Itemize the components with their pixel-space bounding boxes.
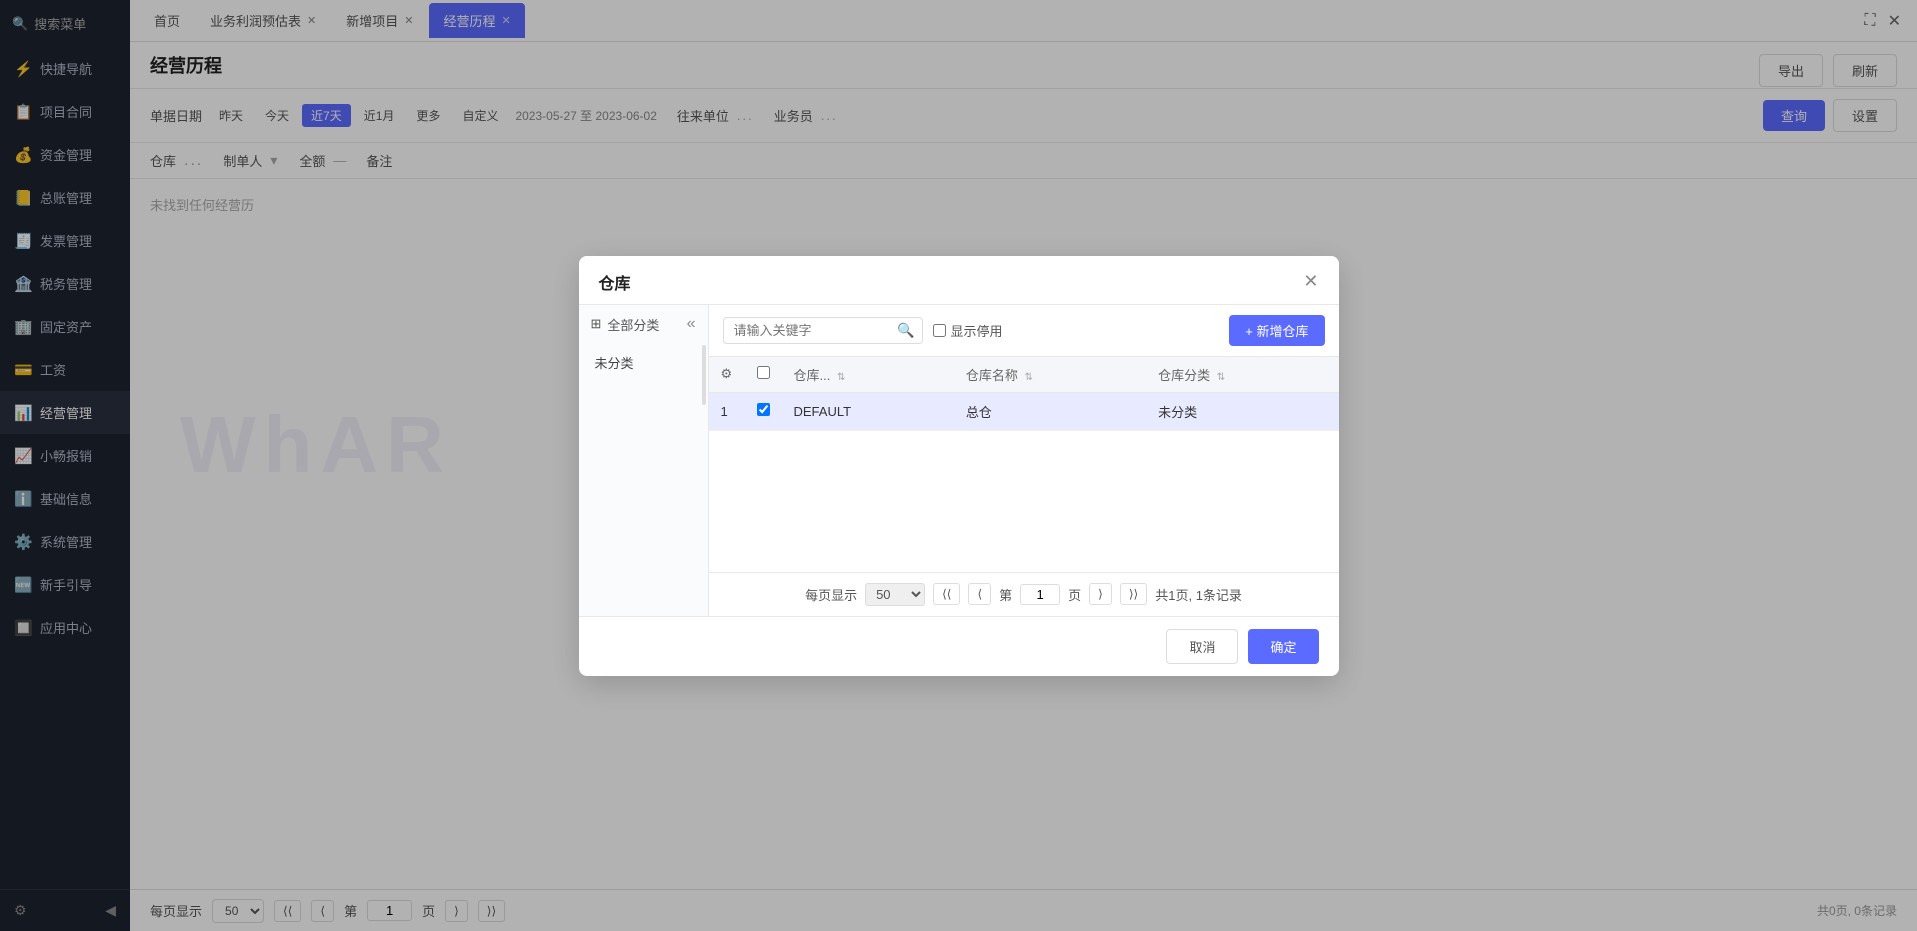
modal-header: 仓库 ✕ (579, 256, 1339, 305)
modal-pagination: 每页显示 50 ⟨⟨ ⟨ 第 页 ⟩ ⟩⟩ 共1页, 1条记录 (709, 572, 1339, 616)
sort-icon-name[interactable]: ⇅ (1024, 372, 1032, 383)
modal-last-page-button[interactable]: ⟩⟩ (1120, 583, 1147, 605)
table-header-row: ⚙ 仓库... ⇅ 仓库名称 ⇅ 仓库分类 ⇅ (709, 357, 1339, 393)
modal-close-button[interactable]: ✕ (1303, 271, 1318, 292)
warehouse-modal: 仓库 ✕ ⊞ 全部分类 « 未分类 (579, 256, 1339, 676)
collapse-button[interactable]: « (687, 315, 696, 333)
modal-first-page-button[interactable]: ⟨⟨ (933, 583, 960, 605)
modal-table-wrap: ⚙ 仓库... ⇅ 仓库名称 ⇅ 仓库分类 ⇅ 1 DEFAULT 总仓 未分类 (709, 357, 1339, 572)
row-category: 未分类 (1146, 392, 1338, 430)
modal-per-page-select[interactable]: 50 (865, 583, 925, 606)
grid-icon: ⊞ (591, 316, 602, 332)
row-checkbox[interactable] (745, 392, 782, 430)
sort-icon-code[interactable]: ⇅ (837, 372, 845, 383)
modal-go-label: 第 (999, 585, 1012, 604)
row-index: 1 (709, 392, 745, 430)
modal-left-header: ⊞ 全部分类 « (579, 305, 708, 344)
add-warehouse-button[interactable]: + 新增仓库 (1229, 315, 1324, 346)
th-name: 仓库名称 ⇅ (954, 357, 1146, 393)
modal-footer: 取消 确定 (579, 616, 1339, 676)
modal-table-body: 1 DEFAULT 总仓 未分类 (709, 392, 1339, 430)
cancel-button[interactable]: 取消 (1166, 629, 1238, 664)
th-code: 仓库... ⇅ (782, 357, 954, 393)
show-disabled-label: 显示停用 (951, 321, 1003, 340)
warehouse-search-input[interactable] (723, 317, 923, 344)
sort-icon-category[interactable]: ⇅ (1217, 372, 1225, 383)
warehouse-table: ⚙ 仓库... ⇅ 仓库名称 ⇅ 仓库分类 ⇅ 1 DEFAULT 总仓 未分类 (709, 357, 1339, 431)
modal-title: 仓库 (599, 270, 631, 294)
all-category-label: 全部分类 (607, 315, 659, 334)
uncategorized-item[interactable]: 未分类 (579, 344, 708, 381)
confirm-button[interactable]: 确定 (1248, 629, 1318, 664)
modal-overlay: 仓库 ✕ ⊞ 全部分类 « 未分类 (0, 0, 1917, 931)
show-disabled-checkbox-label[interactable]: 显示停用 (933, 321, 1003, 340)
row-name: 总仓 (954, 392, 1146, 430)
select-all-checkbox[interactable] (757, 366, 770, 379)
row-code: DEFAULT (782, 392, 954, 430)
modal-page-input[interactable] (1020, 584, 1060, 605)
modal-per-page-label: 每页显示 (805, 585, 857, 604)
modal-prev-page-button[interactable]: ⟨ (968, 583, 991, 605)
modal-right-panel: 🔍 显示停用 + 新增仓库 ⚙ (709, 305, 1339, 616)
modal-total-text: 共1页, 1条记录 (1155, 585, 1242, 604)
th-checkbox (745, 357, 782, 393)
uncategorized-label: 未分类 (595, 356, 634, 371)
modal-left-panel: ⊞ 全部分类 « 未分类 (579, 305, 709, 616)
table-row[interactable]: 1 DEFAULT 总仓 未分类 (709, 392, 1339, 430)
modal-toolbar: 🔍 显示停用 + 新增仓库 (709, 305, 1339, 357)
all-category-item[interactable]: ⊞ 全部分类 (591, 315, 660, 334)
modal-page-suffix: 页 (1068, 585, 1081, 604)
left-scrollbar[interactable] (702, 345, 706, 405)
search-wrapper: 🔍 (723, 317, 923, 344)
modal-body: ⊞ 全部分类 « 未分类 🔍 (579, 305, 1339, 616)
th-category: 仓库分类 ⇅ (1146, 357, 1338, 393)
th-settings: ⚙ (709, 357, 745, 393)
search-icon: 🔍 (897, 322, 914, 339)
show-disabled-checkbox[interactable] (933, 324, 946, 337)
modal-next-page-button[interactable]: ⟩ (1089, 583, 1112, 605)
gear-icon[interactable]: ⚙ (721, 366, 733, 381)
